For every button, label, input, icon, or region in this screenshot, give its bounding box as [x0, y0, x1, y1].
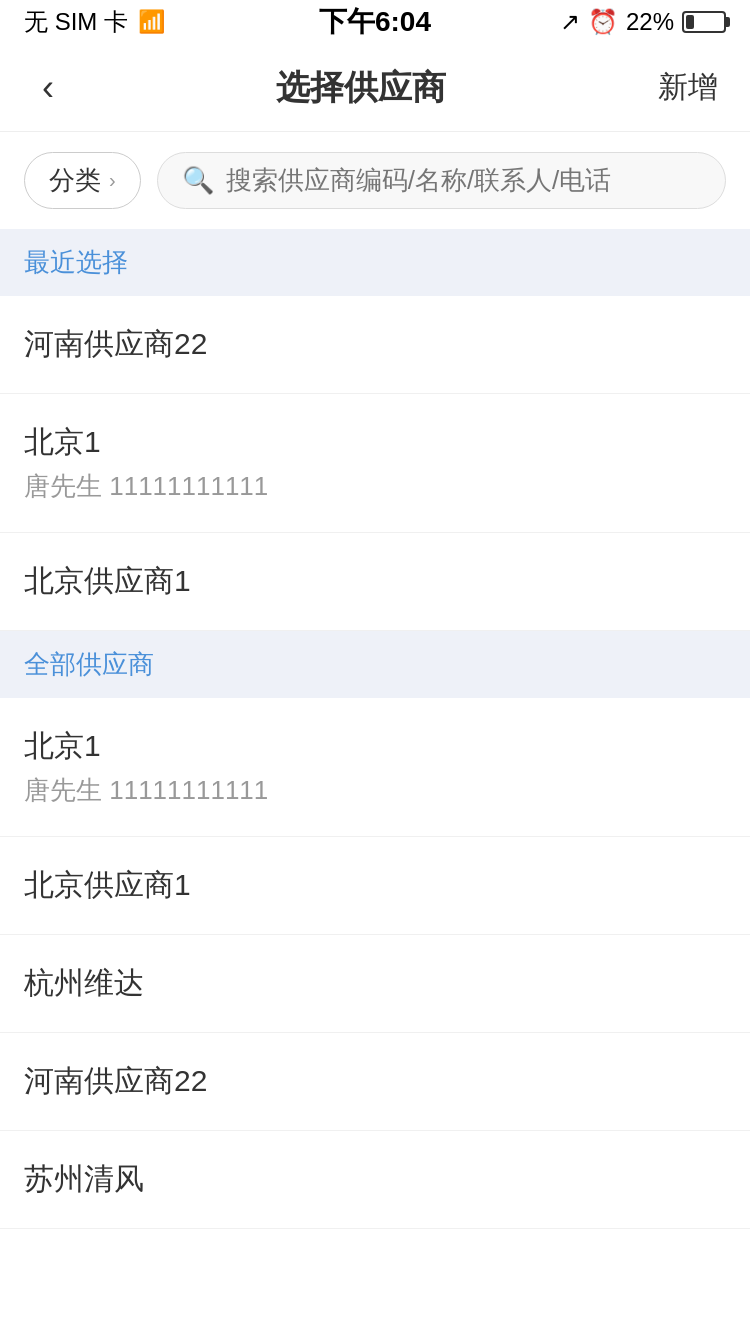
- alarm-icon: ⏰: [588, 8, 618, 36]
- list-item[interactable]: 北京供应商1: [0, 533, 750, 631]
- list-item[interactable]: 苏州清风: [0, 1131, 750, 1229]
- list-item[interactable]: 北京供应商1: [0, 837, 750, 935]
- nav-bar: ‹ 选择供应商 新增: [0, 44, 750, 132]
- recent-section-header: 最近选择: [0, 229, 750, 296]
- wifi-icon: 📶: [138, 9, 165, 35]
- recent-list: 河南供应商22 北京1 唐先生 11111111111 北京供应商1: [0, 296, 750, 631]
- all-list: 北京1 唐先生 11111111111 北京供应商1 杭州维达河南供应商22 苏州清…: [0, 698, 750, 1229]
- category-label: 分类: [49, 163, 101, 198]
- recent-section-label: 最近选择: [24, 247, 128, 277]
- battery-percent: 22%: [626, 8, 674, 36]
- item-name: 河南供应商22: [24, 1061, 726, 1102]
- battery-icon: [682, 11, 726, 33]
- status-carrier: 无 SIM 卡 📶: [24, 6, 165, 38]
- search-input[interactable]: [226, 165, 701, 196]
- item-name: 杭州维达: [24, 963, 726, 1004]
- status-time: 下午6:04: [319, 3, 431, 41]
- status-right: ↗ ⏰ 22%: [560, 8, 726, 36]
- list-item[interactable]: 北京1 唐先生 11111111111: [0, 394, 750, 533]
- chevron-right-icon: ›: [109, 169, 116, 192]
- item-name: 北京供应商1: [24, 865, 726, 906]
- page-title: 选择供应商: [276, 65, 446, 111]
- item-contact: 唐先生 11111111111: [24, 773, 726, 808]
- add-button[interactable]: 新增: [658, 67, 718, 108]
- all-section-header: 全部供应商: [0, 631, 750, 698]
- all-section-label: 全部供应商: [24, 649, 154, 679]
- item-name: 北京供应商1: [24, 561, 726, 602]
- filter-bar: 分类 › 🔍: [0, 132, 750, 229]
- list-item[interactable]: 河南供应商22: [0, 296, 750, 394]
- list-item[interactable]: 北京1 唐先生 11111111111: [0, 698, 750, 837]
- search-box[interactable]: 🔍: [157, 152, 726, 209]
- list-item[interactable]: 杭州维达: [0, 935, 750, 1033]
- item-name: 北京1: [24, 422, 726, 463]
- item-contact: 唐先生 11111111111: [24, 469, 726, 504]
- category-filter-button[interactable]: 分类 ›: [24, 152, 141, 209]
- search-icon: 🔍: [182, 165, 214, 196]
- item-name: 苏州清风: [24, 1159, 726, 1200]
- back-button[interactable]: ‹: [32, 57, 64, 119]
- list-item[interactable]: 河南供应商22: [0, 1033, 750, 1131]
- item-name: 河南供应商22: [24, 324, 726, 365]
- item-name: 北京1: [24, 726, 726, 767]
- location-icon: ↗: [560, 8, 580, 36]
- status-bar: 无 SIM 卡 📶 下午6:04 ↗ ⏰ 22%: [0, 0, 750, 44]
